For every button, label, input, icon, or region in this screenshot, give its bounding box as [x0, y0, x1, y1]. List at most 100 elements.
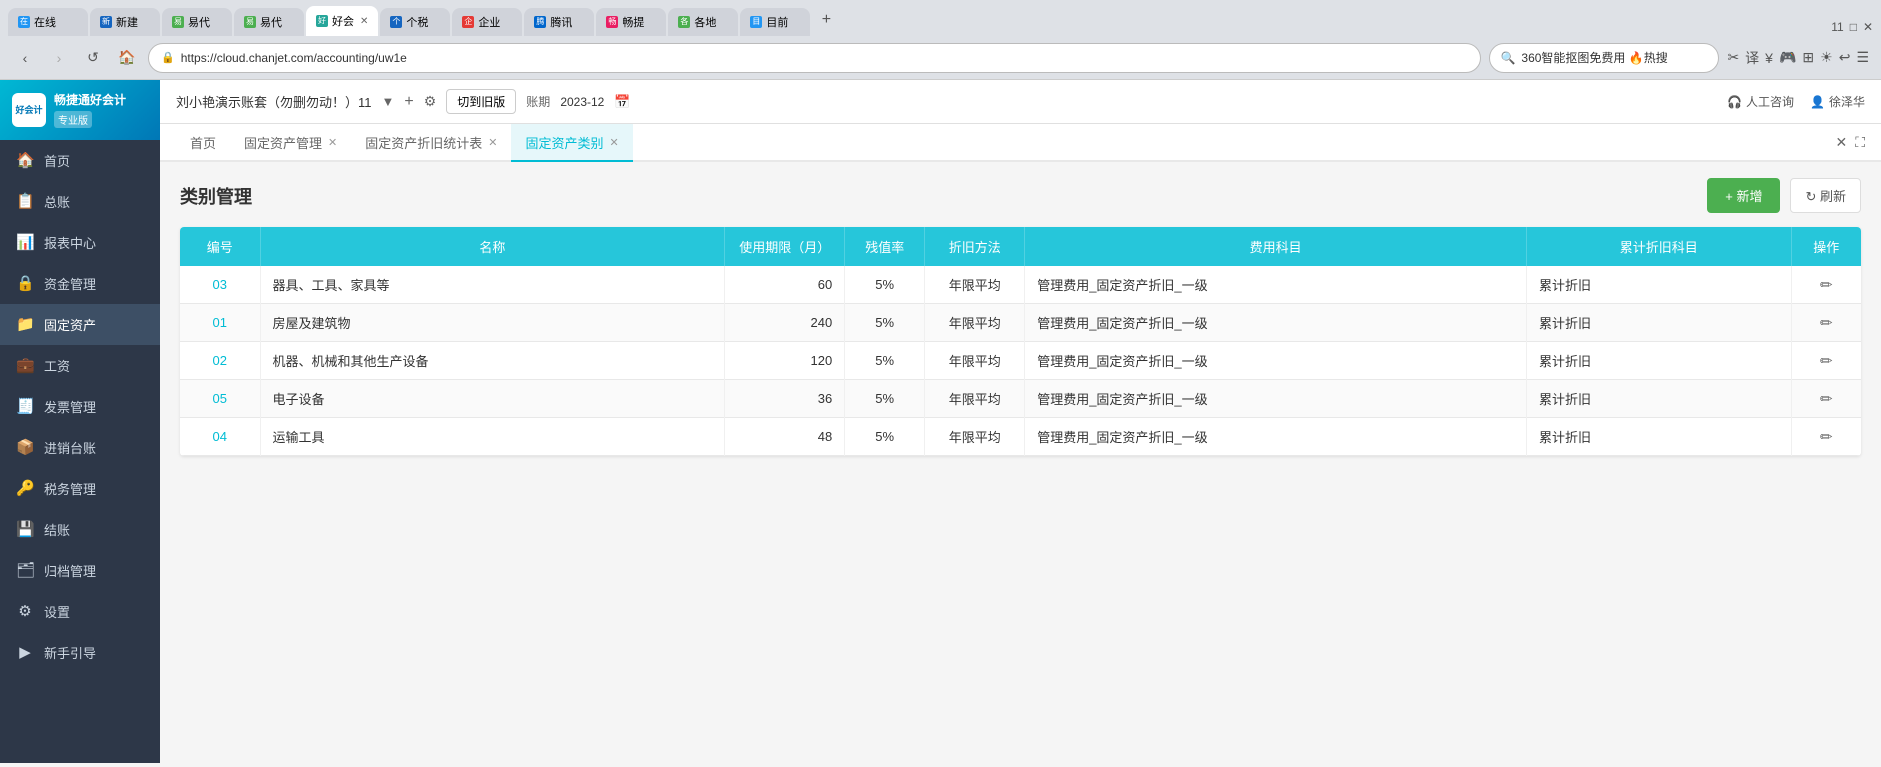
cell-action: ✏ [1791, 342, 1861, 380]
main-content: 刘小艳演示账套（勿删勿动！）11 ▼ + ⚙ 切到旧版 账期 2023-12 📅… [160, 80, 1881, 763]
sidebar-item-home[interactable]: 🏠 首页 [0, 140, 160, 181]
col-name: 名称 [260, 227, 725, 266]
cell-period: 240 [725, 304, 845, 342]
browser-tab[interactable]: 目 目前 [740, 8, 810, 36]
browser-tab-active[interactable]: 好 好会 ✕ [306, 6, 378, 36]
browser-tab[interactable]: 新 新建 [90, 8, 160, 36]
address-input[interactable]: 🔒 https://cloud.chanjet.com/accounting/u… [148, 43, 1481, 73]
period-label: 账期 [526, 93, 550, 110]
sidebar-item-label: 新手引导 [44, 643, 96, 662]
minimize-btn[interactable]: 11 [1831, 20, 1843, 34]
reports-icon: 📊 [16, 233, 34, 251]
edit-btn[interactable]: ✏ [1820, 353, 1833, 370]
calendar-icon[interactable]: 📅 [614, 94, 630, 110]
tab-close-icon[interactable]: ✕ [488, 136, 497, 149]
add-btn[interactable]: + 新增 [1707, 178, 1780, 213]
cell-expense: 管理费用_固定资产折旧_一级 [1025, 304, 1527, 342]
undo-icon[interactable]: ↩ [1839, 49, 1851, 66]
sidebar-item-ledger[interactable]: 📋 总账 [0, 181, 160, 222]
period-value: 2023-12 [560, 95, 604, 109]
cell-accumulated: 累计折旧 [1527, 380, 1791, 418]
maximize-btn[interactable]: □ [1850, 20, 1857, 34]
browser-tab[interactable]: 企 企业 [452, 8, 522, 36]
cell-action: ✏ [1791, 304, 1861, 342]
browser-tab[interactable]: 个 个税 [380, 8, 450, 36]
browser-tab[interactable]: 各 各地 [668, 8, 738, 36]
sidebar-item-payroll[interactable]: 💼 工资 [0, 345, 160, 386]
close-icon[interactable]: ✕ [360, 16, 368, 27]
consult-btn[interactable]: 🎧 人工咨询 [1727, 93, 1794, 110]
browser-chrome: 在 在线 新 新建 易 易代 易 易代 好 好会 ✕ 个 个税 企 企业 腾 腾… [0, 0, 1881, 36]
tab-close-icon[interactable]: ✕ [610, 136, 619, 149]
tab-panel-expand-btn[interactable]: ⛶ [1855, 134, 1865, 151]
brightness-icon[interactable]: ☀ [1820, 49, 1833, 66]
sidebar-item-tax[interactable]: 🔑 税务管理 [0, 468, 160, 509]
translate-icon[interactable]: 译 [1745, 48, 1759, 68]
sidebar-item-checkout[interactable]: 💾 结账 [0, 509, 160, 550]
home-btn[interactable]: 🏠 [114, 45, 140, 71]
table-header-row: 编号 名称 使用期限（月） 残值率 折旧方法 费用科目 累计折旧科目 操作 [180, 227, 1861, 266]
edit-btn[interactable]: ✏ [1820, 277, 1833, 294]
browser-tab[interactable]: 畅 畅提 [596, 8, 666, 36]
scissors-icon[interactable]: ✂ [1727, 49, 1739, 66]
logo-icon: 好会计 [12, 93, 46, 127]
tab-home[interactable]: 首页 [176, 124, 230, 162]
user-icon: 👤 [1810, 95, 1825, 109]
sidebar-item-fixed[interactable]: 📁 固定资产 [0, 304, 160, 345]
browser-tab[interactable]: 腾 腾讯 [524, 8, 594, 36]
search-input[interactable]: 🔍 360智能抠图免费用 🔥热搜 [1489, 43, 1719, 73]
tab-fixed-mgmt[interactable]: 固定资产管理 ✕ [230, 124, 351, 162]
edit-btn[interactable]: ✏ [1820, 429, 1833, 446]
cell-period: 36 [725, 380, 845, 418]
close-window-btn[interactable]: ✕ [1863, 20, 1873, 34]
account-settings-btn[interactable]: ⚙ [424, 93, 437, 110]
grid-icon[interactable]: ⊞ [1802, 49, 1814, 66]
sidebar-item-label: 设置 [44, 602, 70, 621]
table-row: 01 房屋及建筑物 240 5% 年限平均 管理费用_固定资产折旧_一级 累计折… [180, 304, 1861, 342]
sidebar-item-label: 总账 [44, 192, 70, 211]
tab-fixed-category[interactable]: 固定资产类别 ✕ [511, 124, 632, 162]
col-action: 操作 [1791, 227, 1861, 266]
browser-tab[interactable]: 易 易代 [234, 8, 304, 36]
col-period: 使用期限（月） [725, 227, 845, 266]
reload-btn[interactable]: ↺ [80, 45, 106, 71]
cell-accumulated: 累计折旧 [1527, 418, 1791, 456]
browser-tab[interactable]: 易 易代 [162, 8, 232, 36]
sidebar-item-invoice[interactable]: 🧾 发票管理 [0, 386, 160, 427]
game-icon[interactable]: 🎮 [1779, 49, 1796, 66]
payroll-icon: 💼 [16, 356, 34, 374]
extensions-area: ✂ 译 ¥ 🎮 ⊞ ☀ ↩ ☰ [1727, 48, 1869, 68]
refresh-btn[interactable]: ↻ 刷新 [1790, 178, 1861, 213]
cell-expense: 管理费用_固定资产折旧_一级 [1025, 342, 1527, 380]
edit-btn[interactable]: ✏ [1820, 391, 1833, 408]
edit-btn[interactable]: ✏ [1820, 315, 1833, 332]
dropdown-btn[interactable]: ▼ [382, 94, 395, 109]
tab-fixed-depreciation[interactable]: 固定资产折旧统计表 ✕ [351, 124, 511, 162]
cell-method: 年限平均 [925, 304, 1025, 342]
page-header: 类别管理 + 新增 ↻ 刷新 [180, 178, 1861, 213]
home-icon: 🏠 [16, 151, 34, 169]
tab-panel-close-btn[interactable]: ✕ [1835, 134, 1847, 151]
sidebar-item-archive[interactable]: 🗂 归档管理 [0, 550, 160, 591]
table-row: 04 运输工具 48 5% 年限平均 管理费用_固定资产折旧_一级 累计折旧 ✏ [180, 418, 1861, 456]
sidebar-item-settings[interactable]: ⚙ 设置 [0, 591, 160, 632]
wallet-icon[interactable]: ¥ [1765, 50, 1773, 66]
switch-version-btn[interactable]: 切到旧版 [446, 89, 516, 114]
sidebar-item-fund[interactable]: 🔒 资金管理 [0, 263, 160, 304]
cell-method: 年限平均 [925, 342, 1025, 380]
sidebar-item-inventory[interactable]: 📦 进销台账 [0, 427, 160, 468]
sidebar-item-guide[interactable]: ▶ 新手引导 [0, 632, 160, 673]
cell-name: 电子设备 [260, 380, 725, 418]
tab-close-icon[interactable]: ✕ [328, 136, 337, 149]
col-method: 折旧方法 [925, 227, 1025, 266]
user-profile-btn[interactable]: 👤 徐泽华 [1810, 93, 1865, 110]
add-account-btn[interactable]: + [404, 93, 413, 111]
forward-btn[interactable]: › [46, 45, 72, 71]
sidebar-item-label: 固定资产 [44, 315, 96, 334]
new-tab-btn[interactable]: + [812, 6, 840, 34]
cell-period: 48 [725, 418, 845, 456]
browser-tab[interactable]: 在 在线 [8, 8, 88, 36]
sidebar-item-reports[interactable]: 📊 报表中心 [0, 222, 160, 263]
back-btn[interactable]: ‹ [12, 45, 38, 71]
menu-icon[interactable]: ☰ [1856, 49, 1869, 66]
